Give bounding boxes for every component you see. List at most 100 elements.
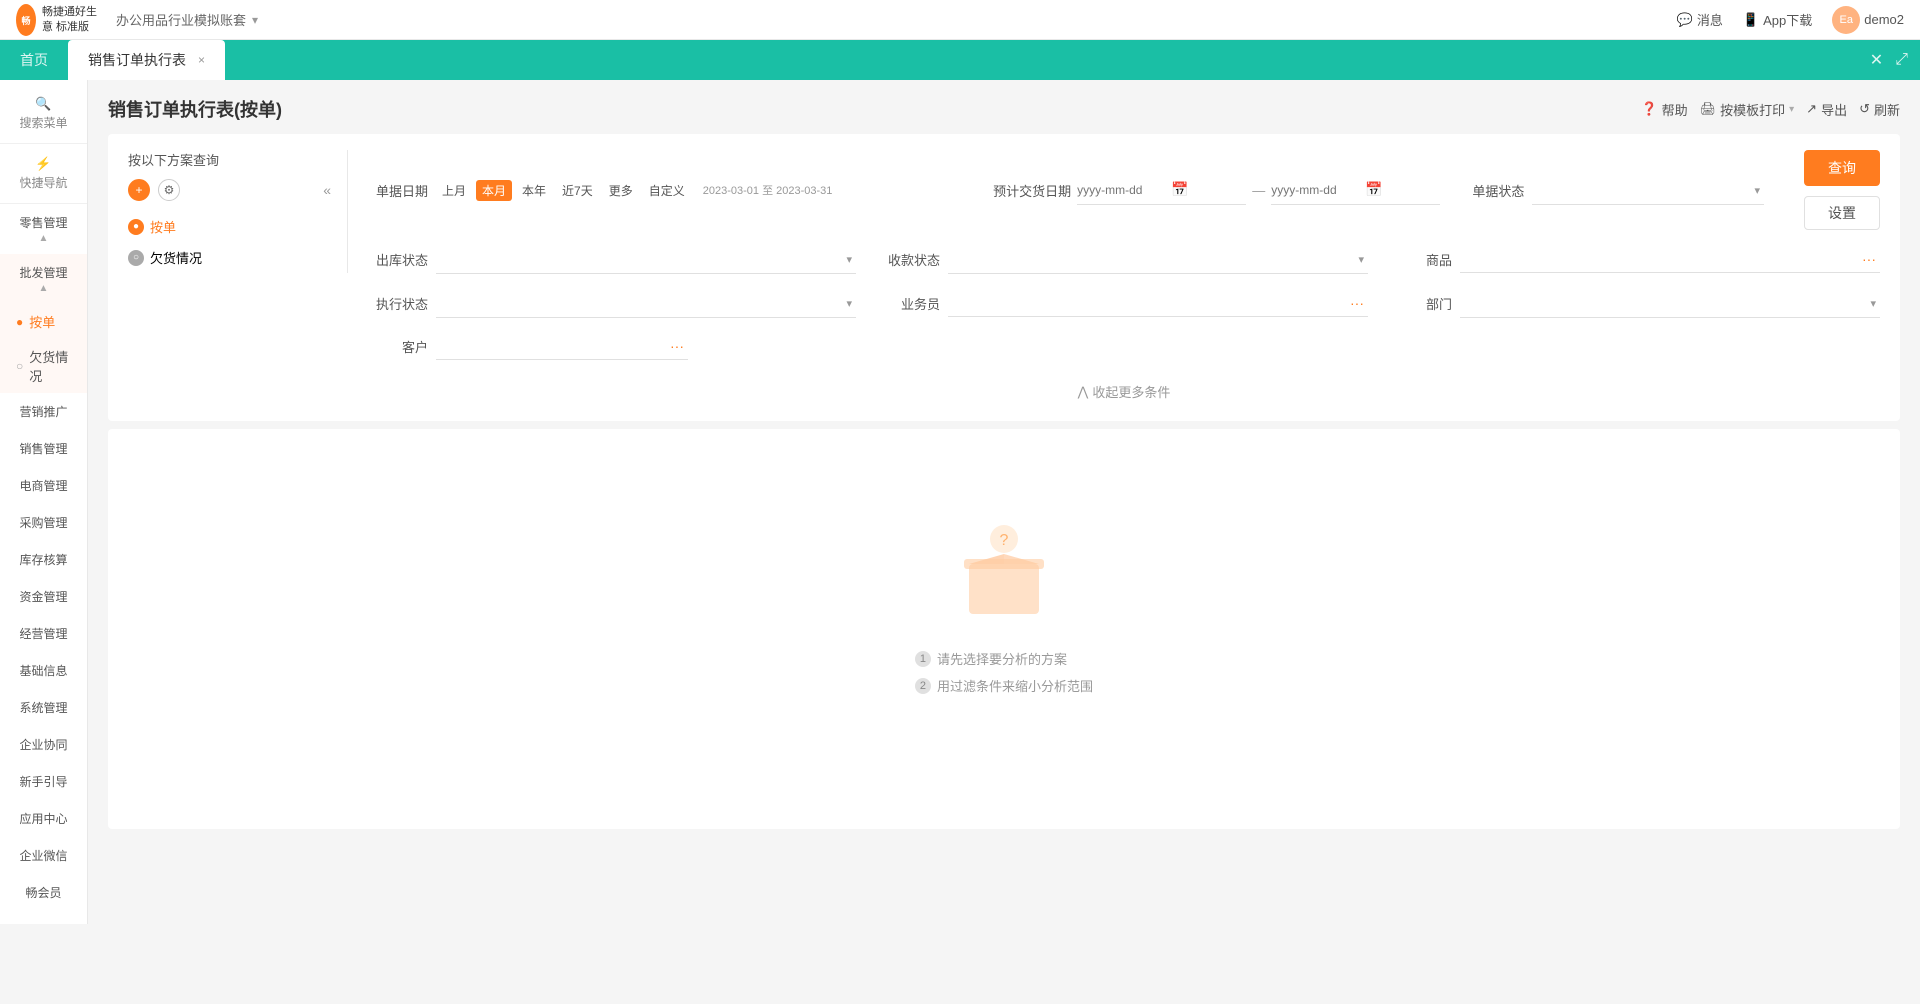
delivery-status-select-wrapper[interactable]	[436, 244, 856, 274]
product-select[interactable]: ···	[1460, 245, 1880, 273]
expected-date-label: 预计交货日期	[991, 181, 1071, 200]
delivery-status-label: 出库状态	[368, 250, 428, 269]
hint-num-1: 1	[915, 651, 931, 667]
refresh-button[interactable]: ↺ 刷新	[1859, 100, 1900, 119]
sidebar-item-wholesale[interactable]: 批发管理 ▲	[0, 254, 87, 304]
message-button[interactable]: 💬 消息	[1677, 10, 1723, 29]
calendar-start-icon[interactable]: 📅	[1171, 181, 1188, 198]
delivery-status-select[interactable]	[436, 244, 856, 274]
user-profile[interactable]: Ea demo2	[1832, 6, 1904, 34]
empty-hints: 1 请先选择要分析的方案 2 用过滤条件来缩小分析范围	[915, 649, 1093, 703]
payment-status-label: 收款状态	[880, 250, 940, 269]
template-print-button[interactable]: 🖨 按模板打印 ▾	[1700, 100, 1795, 119]
tab-home[interactable]: 首页	[0, 40, 68, 80]
date-tab-last7[interactable]: 近7天	[556, 180, 599, 201]
department-label: 部门	[1392, 294, 1452, 313]
expected-date-field: 预计交货日期 📅 — 📅	[991, 176, 1440, 205]
logo-text: 畅捷通好生意 标准版	[42, 5, 104, 34]
tab-sales-order[interactable]: 销售订单执行表 ×	[68, 40, 225, 80]
sidebar-item-inventory[interactable]: 库存核算	[0, 541, 87, 578]
hint-text-1: 请先选择要分析的方案	[937, 649, 1067, 668]
add-scheme-button[interactable]: +	[128, 179, 150, 201]
sidebar-item-operations[interactable]: 经营管理	[0, 615, 87, 652]
payment-status-select-wrapper[interactable]	[948, 244, 1368, 274]
sidebar-item-purchase[interactable]: 采购管理	[0, 504, 87, 541]
filter-scheme-section: 按以下方案查询 + ⚙ « ● 按单	[128, 150, 348, 273]
payment-status-select[interactable]	[948, 244, 1368, 274]
filter-row-2: 出库状态 收款状态	[368, 244, 1880, 274]
breadcrumb-dropdown-icon[interactable]: ▾	[252, 13, 258, 27]
export-label: 导出	[1821, 100, 1847, 119]
sidebar-quick-nav[interactable]: ⚡ 快捷导航	[0, 144, 87, 204]
sidebar-item-marketing[interactable]: 营销推广	[0, 393, 87, 430]
hint-num-2: 2	[915, 678, 931, 694]
sidebar-item-basic[interactable]: 基础信息	[0, 652, 87, 689]
message-icon: 💬	[1677, 12, 1693, 28]
logo-icon: 畅	[16, 4, 36, 36]
department-select-wrapper[interactable]	[1460, 288, 1880, 318]
date-tab-this-month[interactable]: 本月	[476, 180, 512, 201]
sidebar-item-ecom[interactable]: 电商管理	[0, 467, 87, 504]
collapse-more-button[interactable]: ⋀ 收起更多条件	[1078, 382, 1171, 401]
date-tab-last-month[interactable]: 上月	[436, 180, 472, 201]
sidebar-item-newbie[interactable]: 新手引导	[0, 763, 87, 800]
hint-text-2: 用过滤条件来缩小分析范围	[937, 676, 1093, 695]
add-icon: +	[135, 183, 142, 197]
sidebar-item-appcenter[interactable]: 应用中心	[0, 800, 87, 837]
expand-window-icon[interactable]: ⤢	[1895, 51, 1908, 69]
top-bar-right: 💬 消息 📱 App下载 Ea demo2	[1677, 6, 1904, 34]
search-label: 搜索菜单	[12, 114, 75, 131]
print-icon: 🖨	[1700, 101, 1717, 117]
settings-scheme-button[interactable]: ⚙	[158, 179, 180, 201]
layout: 🔍 搜索菜单 ⚡ 快捷导航 零售管理 ▲ 批发管理 ▲ ● 按单 ○ 欠货情况	[0, 80, 1920, 924]
sidebar-sub-item-debt[interactable]: ○ 欠货情况	[0, 339, 87, 393]
date-label: 单据日期	[368, 181, 428, 200]
export-button[interactable]: ↗ 导出	[1806, 100, 1847, 119]
ecom-label: 电商管理	[19, 477, 67, 494]
salesperson-select[interactable]: ···	[948, 289, 1368, 317]
settings-button[interactable]: 设置	[1804, 196, 1880, 230]
help-icon: ❓	[1641, 101, 1657, 117]
data-area: ? 1 请先选择要分析的方案 2 用过滤条件来缩小分析范围	[108, 429, 1900, 829]
scheme-item-press[interactable]: ● 按单	[128, 211, 331, 242]
department-select[interactable]	[1460, 288, 1880, 318]
date-tab-custom[interactable]: 自定义	[643, 180, 691, 201]
sidebar-item-enterprise[interactable]: 企业协同	[0, 726, 87, 763]
expected-date-start[interactable]	[1077, 176, 1167, 204]
sidebar-item-system[interactable]: 系统管理	[0, 689, 87, 726]
status-select[interactable]	[1532, 175, 1764, 205]
scheme-item-debt[interactable]: ○ 欠货情况	[128, 242, 331, 273]
empty-hint-1: 1 请先选择要分析的方案	[915, 649, 1093, 668]
customer-select[interactable]: ···	[436, 332, 688, 360]
status-select-wrapper[interactable]	[1532, 175, 1764, 205]
sidebar-item-finance[interactable]: 资金管理	[0, 578, 87, 615]
page-title: 销售订单执行表(按单)	[108, 96, 282, 122]
date-tab-more[interactable]: 更多	[603, 180, 639, 201]
sidebar-item-sales[interactable]: 销售管理	[0, 430, 87, 467]
newbie-label: 新手引导	[19, 773, 67, 790]
salesperson-field: 业务员 ···	[880, 289, 1368, 317]
empty-state: ? 1 请先选择要分析的方案 2 用过滤条件来缩小分析范围	[108, 429, 1900, 783]
calendar-end-icon[interactable]: 📅	[1365, 181, 1382, 198]
sidebar-item-retail[interactable]: 零售管理 ▲	[0, 204, 87, 254]
system-label: 系统管理	[19, 699, 67, 716]
sidebar-search[interactable]: 🔍 搜索菜单	[0, 88, 87, 144]
sidebar-item-member[interactable]: 畅会员	[0, 874, 87, 911]
search-button[interactable]: 查询	[1804, 150, 1880, 186]
sidebar-item-wechat[interactable]: 企业微信	[0, 837, 87, 874]
execution-status-select[interactable]	[436, 288, 856, 318]
empty-illustration: ?	[944, 509, 1064, 629]
sidebar-sub-item-press[interactable]: ● 按单	[0, 304, 87, 339]
date-tab-this-year[interactable]: 本年	[516, 180, 552, 201]
collapse-scheme-button[interactable]: «	[323, 182, 331, 198]
help-button[interactable]: ❓ 帮助	[1641, 100, 1687, 119]
avatar-text: Ea	[1840, 14, 1853, 26]
close-tab-icon[interactable]: ×	[198, 53, 205, 67]
appcenter-label: 应用中心	[19, 810, 67, 827]
expected-date-end[interactable]	[1271, 176, 1361, 204]
product-label: 商品	[1392, 250, 1452, 269]
customer-ellipsis-icon: ···	[670, 338, 684, 354]
app-download-button[interactable]: 📱 App下载	[1743, 10, 1812, 29]
close-window-icon[interactable]: ✕	[1870, 50, 1883, 70]
execution-status-select-wrapper[interactable]	[436, 288, 856, 318]
